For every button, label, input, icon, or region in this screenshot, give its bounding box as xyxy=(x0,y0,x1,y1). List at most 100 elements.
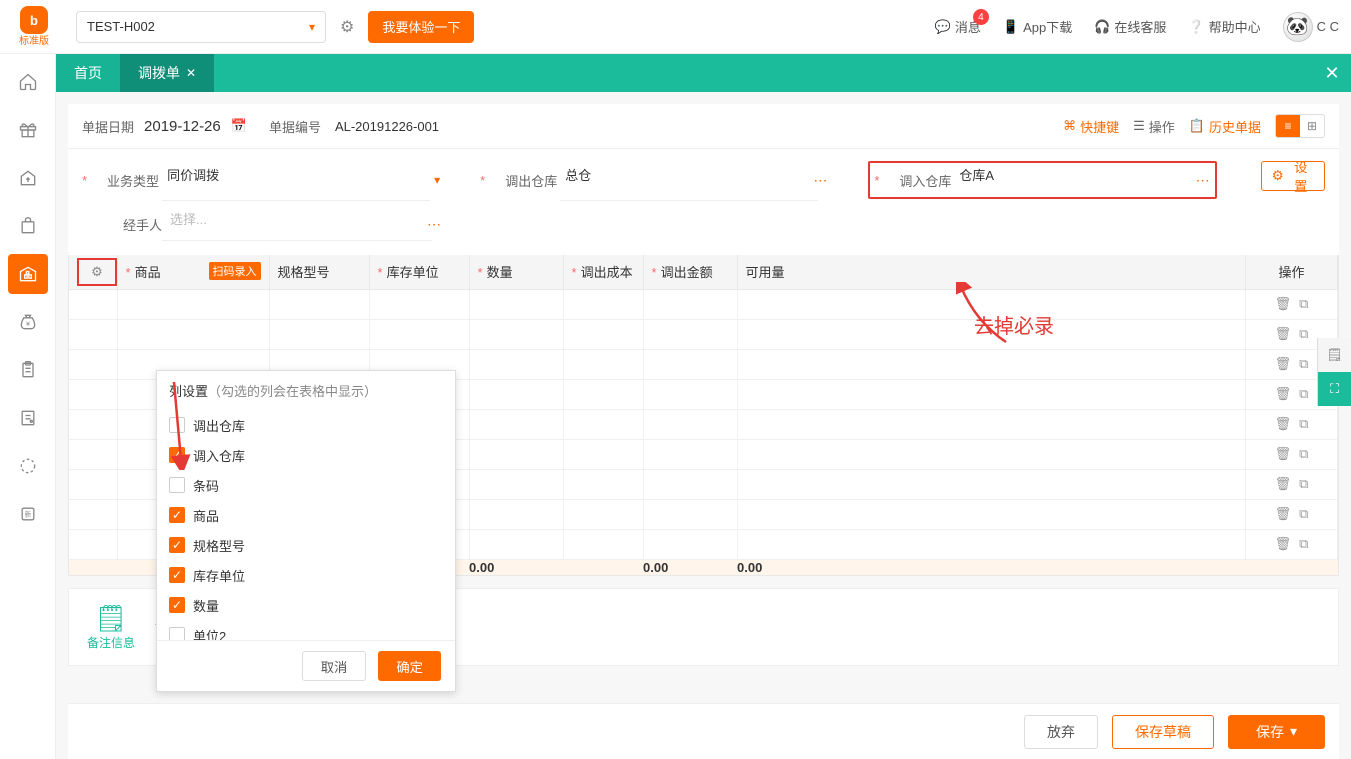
trial-button[interactable]: 我要体验一下 xyxy=(368,11,474,43)
scan-entry-badge[interactable]: 扫码录入 xyxy=(209,262,261,280)
th-available: 可用量 xyxy=(737,255,1246,289)
copy-icon[interactable]: ⧉ xyxy=(1299,296,1308,311)
th-out-amount: *调出金额 xyxy=(643,255,737,289)
checkbox-icon[interactable]: ✓ xyxy=(169,537,185,553)
settings-button[interactable]: ⚙ 设置 xyxy=(1261,161,1325,191)
trash-icon[interactable]: 🗑 xyxy=(1275,446,1292,461)
cancel-button[interactable]: 取消 xyxy=(302,651,367,681)
copy-icon[interactable]: ⧉ xyxy=(1299,506,1308,521)
save-draft-button[interactable]: 保存草稿 xyxy=(1112,715,1214,749)
nav-clipboard-icon[interactable] xyxy=(8,350,48,390)
th-gear[interactable]: ⚙ xyxy=(69,255,117,289)
view-list-button[interactable]: ≡ xyxy=(1276,115,1300,137)
checkbox-icon[interactable] xyxy=(169,627,185,640)
user-menu[interactable]: 🐼 C C xyxy=(1283,12,1339,42)
date-value[interactable]: 2019-12-26 xyxy=(144,118,221,135)
operate-label: 操作 xyxy=(1149,117,1175,136)
copy-icon[interactable]: ⧉ xyxy=(1299,416,1308,431)
org-selector[interactable]: TEST-H002 ▾ xyxy=(76,11,326,43)
column-option[interactable]: 条码 xyxy=(169,470,443,500)
nav-home-icon[interactable] xyxy=(8,62,48,102)
remarks-icon: 🗒 备注信息 xyxy=(87,603,135,651)
field-in-warehouse[interactable]: * 调入仓库 仓库A ⋯ xyxy=(868,161,1216,199)
field-out-warehouse[interactable]: * 调出仓库 总仓 ⋯ xyxy=(480,161,828,199)
nav-bag-icon[interactable] xyxy=(8,206,48,246)
nav-new-icon[interactable]: 新 xyxy=(8,494,48,534)
view-grid-button[interactable]: ⊞ xyxy=(1300,115,1324,137)
nav-warehouse-icon[interactable] xyxy=(8,254,48,294)
table-row[interactable]: 🗑⧉ xyxy=(69,289,1338,319)
trash-icon[interactable]: 🗑 xyxy=(1275,536,1292,551)
checkbox-icon[interactable] xyxy=(169,477,185,493)
ok-button[interactable]: 确定 xyxy=(378,651,441,681)
messages-link[interactable]: 💬 消息 4 xyxy=(935,17,981,36)
column-option[interactable]: 调出仓库 xyxy=(169,410,443,440)
chevron-down-icon: ▾ xyxy=(434,173,440,187)
column-option[interactable]: ✓规格型号 xyxy=(169,530,443,560)
column-option-label: 条码 xyxy=(193,476,219,495)
copy-icon[interactable]: ⧉ xyxy=(1299,446,1308,461)
date-label: 单据日期 xyxy=(82,117,134,136)
float-expand-button[interactable]: ⛶ xyxy=(1317,372,1351,406)
checkbox-icon[interactable] xyxy=(169,417,185,433)
popup-body[interactable]: 调出仓库✓调入仓库条码 ✓商品✓规格型号✓库存单位✓数量单位2 xyxy=(157,410,455,640)
column-option[interactable]: ✓调入仓库 xyxy=(169,440,443,470)
history-link[interactable]: 📋 历史单据 xyxy=(1189,117,1261,136)
nav-loading-icon[interactable] xyxy=(8,446,48,486)
tab-home[interactable]: 首页 xyxy=(56,54,120,92)
field-biz-type[interactable]: * 业务类型 同价调拨 ▾ xyxy=(82,161,440,199)
tabs-close-all[interactable]: ✕ xyxy=(1313,54,1351,92)
float-notes-button[interactable]: 🗒 xyxy=(1317,338,1351,372)
gear-icon[interactable]: ⚙ xyxy=(340,17,354,37)
table-row[interactable]: 🗑⧉ xyxy=(69,319,1338,349)
content: 单据日期 2019-12-26 📅 单据编号 AL-20191226-001 ⌘… xyxy=(56,92,1351,759)
copy-icon[interactable]: ⧉ xyxy=(1299,386,1308,401)
tab-transfer-order[interactable]: 调拨单 ✕ xyxy=(120,54,214,92)
discard-button[interactable]: 放弃 xyxy=(1024,715,1098,749)
checkbox-icon[interactable]: ✓ xyxy=(169,597,185,613)
trash-icon[interactable]: 🗑 xyxy=(1275,326,1292,341)
th-operation: 操作 xyxy=(1246,255,1338,289)
more-icon[interactable]: ⋯ xyxy=(1196,172,1211,189)
checkbox-icon[interactable]: ✓ xyxy=(169,447,185,463)
trash-icon[interactable]: 🗑 xyxy=(1275,296,1292,311)
trash-icon[interactable]: 🗑 xyxy=(1275,506,1292,521)
column-option[interactable]: ✓数量 xyxy=(169,590,443,620)
app-download-link[interactable]: 📱 App下载 xyxy=(1003,17,1072,36)
column-option[interactable]: ✓商品 xyxy=(169,500,443,530)
close-icon[interactable]: ✕ xyxy=(186,66,196,80)
column-option[interactable]: ✓库存单位 xyxy=(169,560,443,590)
more-icon[interactable]: ⋯ xyxy=(813,172,828,189)
question-icon: ❔ xyxy=(1188,19,1204,35)
more-icon[interactable]: ⋯ xyxy=(427,216,442,233)
table-gear-icon[interactable]: ⚙ xyxy=(77,258,117,286)
column-option[interactable]: 单位2 xyxy=(169,620,443,640)
footer-out-cost: 0.00 xyxy=(643,559,737,575)
nav-gift-icon[interactable] xyxy=(8,110,48,150)
field-handler[interactable]: 经手人 选择... ⋯ xyxy=(82,209,442,239)
operate-menu[interactable]: ☰ 操作 xyxy=(1133,117,1175,136)
trash-icon[interactable]: 🗑 xyxy=(1275,416,1292,431)
nav-money-bag-icon[interactable]: ¥ xyxy=(8,302,48,342)
customer-service-link[interactable]: 🎧 在线客服 xyxy=(1094,17,1166,36)
checkbox-icon[interactable]: ✓ xyxy=(169,507,185,523)
trash-icon[interactable]: 🗑 xyxy=(1275,356,1292,371)
th-spec: 规格型号 xyxy=(269,255,369,289)
th-product-label: 商品 xyxy=(135,265,161,280)
nav-house-up-icon[interactable] xyxy=(8,158,48,198)
save-button[interactable]: 保存 ▾ xyxy=(1228,715,1325,749)
help-center-link[interactable]: ❔ 帮助中心 xyxy=(1188,17,1260,36)
shortcut-link[interactable]: ⌘ 快捷键 xyxy=(1063,117,1119,136)
copy-icon[interactable]: ⧉ xyxy=(1299,326,1308,341)
trash-icon[interactable]: 🗑 xyxy=(1275,476,1292,491)
calendar-icon[interactable]: 📅 xyxy=(231,118,247,134)
nav-receipt-icon[interactable] xyxy=(8,398,48,438)
view-toggle: ≡ ⊞ xyxy=(1275,114,1325,138)
trash-icon[interactable]: 🗑 xyxy=(1275,386,1292,401)
required-star: * xyxy=(82,173,87,188)
checkbox-icon[interactable]: ✓ xyxy=(169,567,185,583)
copy-icon[interactable]: ⧉ xyxy=(1299,536,1308,551)
copy-icon[interactable]: ⧉ xyxy=(1299,476,1308,491)
copy-icon[interactable]: ⧉ xyxy=(1299,356,1308,371)
biz-type-value: 同价调拨 xyxy=(167,165,434,195)
